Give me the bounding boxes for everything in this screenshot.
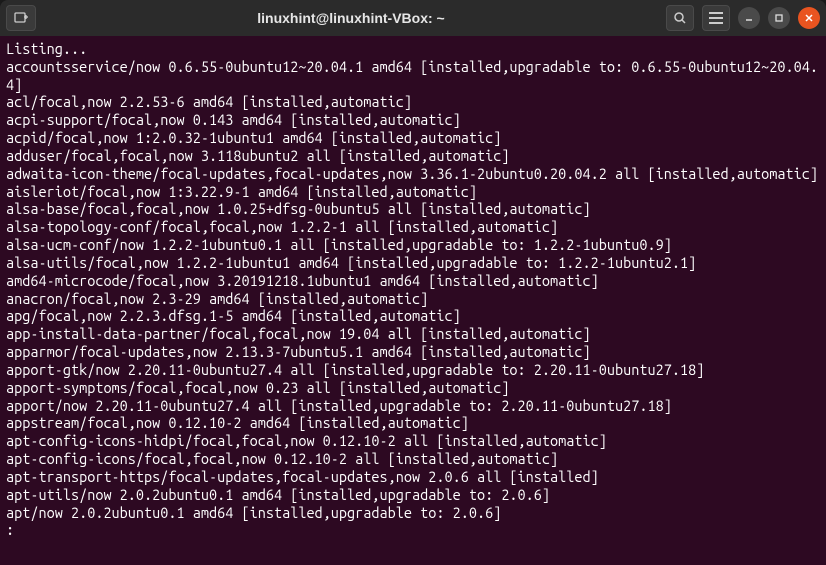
menu-button[interactable] <box>702 5 730 31</box>
maximize-icon <box>774 13 784 23</box>
minimize-icon <box>744 13 754 23</box>
terminal-output[interactable]: Listing... accountsservice/now 0.6.55-0u… <box>0 36 826 565</box>
titlebar-left <box>6 5 36 31</box>
window-title: linuxhint@linuxhint-VBox: ~ <box>42 10 660 26</box>
titlebar-right <box>666 5 820 31</box>
titlebar: linuxhint@linuxhint-VBox: ~ <box>0 0 826 36</box>
search-icon <box>673 11 687 25</box>
new-tab-icon <box>13 10 29 26</box>
close-icon <box>804 13 814 23</box>
maximize-button[interactable] <box>768 7 790 29</box>
close-button[interactable] <box>798 7 820 29</box>
new-tab-button[interactable] <box>6 5 36 31</box>
search-button[interactable] <box>666 5 694 31</box>
hamburger-icon <box>709 12 723 24</box>
minimize-button[interactable] <box>738 7 760 29</box>
